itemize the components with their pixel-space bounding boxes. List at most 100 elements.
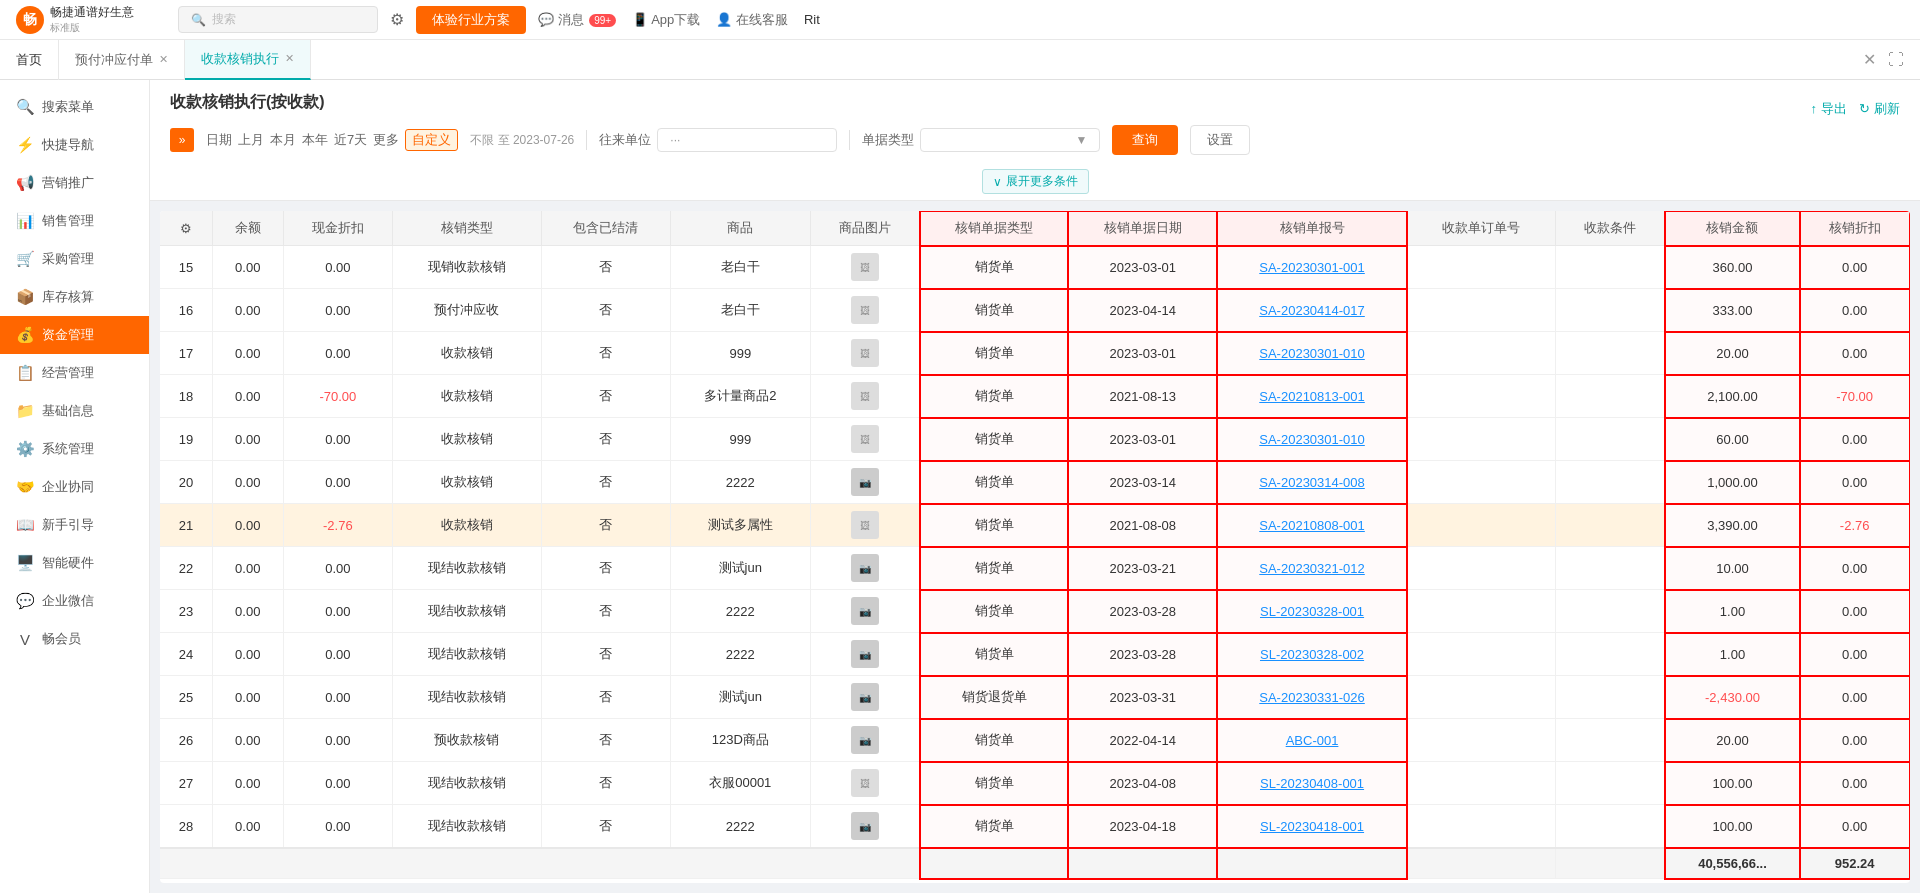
cell-cashDiscount: 0.00 bbox=[283, 332, 393, 375]
cell-receiptCondition bbox=[1556, 418, 1666, 461]
cell-cashDiscount: 0.00 bbox=[283, 676, 393, 719]
sidebar-item-wechat[interactable]: 💬 企业微信 bbox=[0, 582, 149, 620]
setting-btn[interactable]: 设置 bbox=[1190, 125, 1250, 155]
sidebar-item-enterprise[interactable]: 🤝 企业协同 bbox=[0, 468, 149, 506]
cell-receiptOrderNo bbox=[1407, 805, 1556, 849]
col-header-productImg: 商品图片 bbox=[810, 211, 920, 246]
cell-product: 123D商品 bbox=[670, 719, 810, 762]
refresh-btn[interactable]: ↻ 刷新 bbox=[1859, 100, 1900, 118]
more-date-btn[interactable]: 更多 bbox=[373, 131, 399, 149]
marketing-icon: 📢 bbox=[16, 174, 34, 192]
sidebar-item-marketing[interactable]: 📢 营销推广 bbox=[0, 164, 149, 202]
cell-writeoffType: 现结收款核销 bbox=[393, 676, 542, 719]
sidebar-item-guide[interactable]: 📖 新手引导 bbox=[0, 506, 149, 544]
message-btn[interactable]: 💬 消息 99+ bbox=[538, 11, 616, 29]
table-row: 180.00-70.00收款核销否多计量商品2🖼销货单2021-08-13SA-… bbox=[160, 375, 1910, 418]
cell-receiptCondition bbox=[1556, 762, 1666, 805]
table-row: 150.000.00现销收款核销否老白干🖼销货单2023-03-01SA-202… bbox=[160, 246, 1910, 289]
table-header-row: ⚙ 余额 现金折扣 核销类型 包含已结清 商品 商品图片 核销单据类型 核销单据… bbox=[160, 211, 1910, 246]
last7-btn[interactable]: 近7天 bbox=[334, 131, 367, 149]
tab-prepay-close[interactable]: ✕ bbox=[159, 53, 168, 66]
last-month-btn[interactable]: 上月 bbox=[238, 131, 264, 149]
writeoff-slip-link[interactable]: SL-20230408-001 bbox=[1260, 776, 1364, 791]
cell-index: 16 bbox=[160, 289, 212, 332]
sidebar-item-operations[interactable]: 📋 经营管理 bbox=[0, 354, 149, 392]
cell-productImg: 📷 bbox=[810, 719, 920, 762]
writeoff-slip-link[interactable]: SA-20210813-001 bbox=[1259, 389, 1365, 404]
product-img-icon: 🖼 bbox=[851, 769, 879, 797]
sidebar-item-sales[interactable]: 📊 销售管理 bbox=[0, 202, 149, 240]
basicinfo-icon: 📁 bbox=[16, 402, 34, 420]
enterprise-icon: 🤝 bbox=[16, 478, 34, 496]
writeoff-slip-link[interactable]: SA-20230414-017 bbox=[1259, 303, 1365, 318]
app-download-btn[interactable]: 📱 App下载 bbox=[632, 11, 700, 29]
writeoff-slip-link[interactable]: SA-20230321-012 bbox=[1259, 561, 1365, 576]
writeoff-slip-link[interactable]: SA-20230314-008 bbox=[1259, 475, 1365, 490]
sidebar-item-system[interactable]: ⚙️ 系统管理 bbox=[0, 430, 149, 468]
custom-date-btn[interactable]: 自定义 bbox=[405, 129, 458, 151]
cell-receiptCondition bbox=[1556, 805, 1666, 849]
export-btn[interactable]: ↑ 导出 bbox=[1811, 100, 1848, 118]
gear-btn[interactable]: ⚙ bbox=[390, 10, 404, 29]
expand-more-btn[interactable]: ∨ 展开更多条件 bbox=[982, 169, 1089, 194]
cell-balance: 0.00 bbox=[212, 418, 283, 461]
writeoff-slip-link[interactable]: ABC-001 bbox=[1286, 733, 1339, 748]
sidebar-item-vip[interactable]: V 畅会员 bbox=[0, 620, 149, 658]
cell-writeoffType: 收款核销 bbox=[393, 504, 542, 547]
sidebar-item-quicknav[interactable]: ⚡ 快捷导航 bbox=[0, 126, 149, 164]
online-service-btn[interactable]: 👤 在线客服 bbox=[716, 11, 788, 29]
sidebar-item-hardware[interactable]: 🖥️ 智能硬件 bbox=[0, 544, 149, 582]
sidebar-item-search[interactable]: 🔍 搜索菜单 bbox=[0, 88, 149, 126]
col-header-writeoffAmount: 核销金额 bbox=[1665, 211, 1800, 246]
single-type-select[interactable]: ▼ bbox=[920, 128, 1100, 152]
cell-cashDiscount: 0.00 bbox=[283, 633, 393, 676]
writeoff-slip-link[interactable]: SA-20210808-001 bbox=[1259, 518, 1365, 533]
writeoff-slip-link[interactable]: SA-20230301-001 bbox=[1259, 260, 1365, 275]
maximize-icon[interactable]: ⛶ bbox=[1888, 51, 1904, 69]
tab-writeoff-close[interactable]: ✕ bbox=[285, 52, 294, 65]
cell-writeoffSlipNo: SA-20210813-001 bbox=[1217, 375, 1407, 418]
writeoff-slip-link[interactable]: SL-20230418-001 bbox=[1260, 819, 1364, 834]
writeoff-slip-link[interactable]: SL-20230328-002 bbox=[1260, 647, 1364, 662]
industry-btn[interactable]: 体验行业方案 bbox=[416, 6, 526, 34]
cell-writeoffSlipType: 销货退货单 bbox=[920, 676, 1069, 719]
sidebar-item-finance[interactable]: 💰 资金管理 bbox=[0, 316, 149, 354]
sidebar-item-inventory[interactable]: 📦 库存核算 bbox=[0, 278, 149, 316]
sidebar: 🔍 搜索菜单 ⚡ 快捷导航 📢 营销推广 📊 销售管理 🛒 采购管理 📦 库存核… bbox=[0, 80, 150, 893]
writeoff-slip-link[interactable]: SA-20230301-010 bbox=[1259, 346, 1365, 361]
cell-receiptCondition bbox=[1556, 246, 1666, 289]
cell-receiptCondition bbox=[1556, 289, 1666, 332]
table-row: 210.00-2.76收款核销否测试多属性🖼销货单2021-08-08SA-20… bbox=[160, 504, 1910, 547]
cell-productImg: 🖼 bbox=[810, 332, 920, 375]
cell-balance: 0.00 bbox=[212, 633, 283, 676]
cell-writeoffSlipType: 销货单 bbox=[920, 504, 1069, 547]
tab-prepay[interactable]: 预付冲应付单 ✕ bbox=[59, 40, 185, 80]
cell-includedSettled: 否 bbox=[541, 633, 670, 676]
footer-spacer bbox=[160, 848, 920, 879]
query-btn[interactable]: 查询 bbox=[1112, 125, 1178, 155]
this-year-btn[interactable]: 本年 bbox=[302, 131, 328, 149]
sidebar-item-basicinfo[interactable]: 📁 基础信息 bbox=[0, 392, 149, 430]
cell-product: 多计量商品2 bbox=[670, 375, 810, 418]
top-bar: 畅 畅捷通谱好生意 标准版 🔍 搜索 ⚙ 体验行业方案 💬 消息 99+ 📱 A… bbox=[0, 0, 1920, 40]
cell-index: 18 bbox=[160, 375, 212, 418]
product-img-icon: 🖼 bbox=[851, 296, 879, 324]
cell-writeoffDiscount: 0.00 bbox=[1800, 246, 1910, 289]
sidebar-item-purchase[interactable]: 🛒 采购管理 bbox=[0, 240, 149, 278]
tab-home[interactable]: 首页 bbox=[0, 40, 59, 80]
writeoff-slip-link[interactable]: SA-20230301-010 bbox=[1259, 432, 1365, 447]
close-tab-icon[interactable]: ✕ bbox=[1863, 50, 1876, 69]
from-unit-input[interactable]: ··· bbox=[657, 128, 837, 152]
cell-writeoffDiscount: 0.00 bbox=[1800, 762, 1910, 805]
this-month-btn[interactable]: 本月 bbox=[270, 131, 296, 149]
cell-productImg: 📷 bbox=[810, 676, 920, 719]
writeoff-slip-link[interactable]: SA-20230331-026 bbox=[1259, 690, 1365, 705]
filter-toggle-btn[interactable]: » bbox=[170, 128, 194, 152]
writeoff-slip-link[interactable]: SL-20230328-001 bbox=[1260, 604, 1364, 619]
tab-writeoff[interactable]: 收款核销执行 ✕ bbox=[185, 40, 311, 80]
page-title: 收款核销执行(按收款) bbox=[170, 92, 325, 113]
cell-includedSettled: 否 bbox=[541, 547, 670, 590]
sales-icon: 📊 bbox=[16, 212, 34, 230]
search-box[interactable]: 🔍 搜索 bbox=[178, 6, 378, 33]
cell-writeoffAmount: 100.00 bbox=[1665, 762, 1800, 805]
